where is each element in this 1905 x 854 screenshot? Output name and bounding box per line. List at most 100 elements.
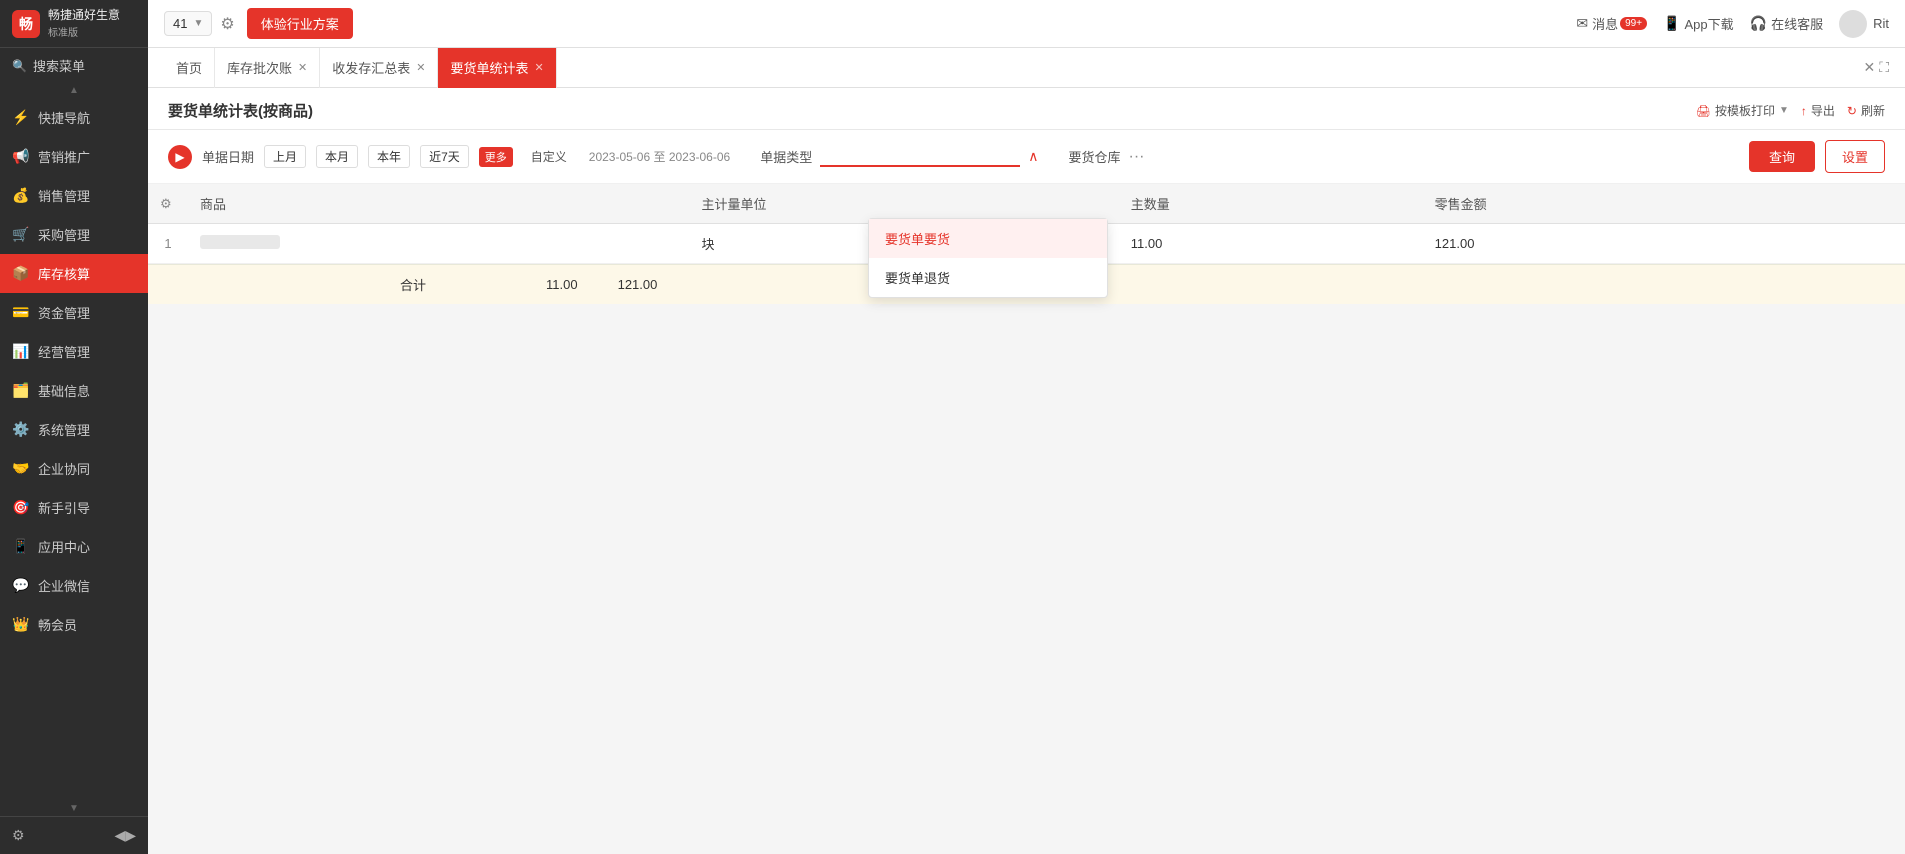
message-label: 消息 <box>1592 14 1618 33</box>
filter-expand-btn[interactable]: ▶ <box>168 145 192 169</box>
topbar: 41 ▼ ⚙ 体验行业方案 ✉ 消息 99+ 📱 App下载 🎧 在线客服 R <box>148 0 1905 48</box>
th-gear: ⚙ <box>148 184 188 224</box>
page-actions: 🖨 按模板打印 ▼ ↑ 导出 ↻ 刷新 <box>1696 102 1885 119</box>
tab-expand-icon[interactable]: ⛶ <box>1879 59 1889 76</box>
wechat-icon: 💬 <box>12 577 30 594</box>
sidebar-item-marketing[interactable]: 📢 营销推广 <box>0 137 148 176</box>
dropdown-item-order-goods[interactable]: 要货单要货 <box>869 219 1107 258</box>
date-btn-this-month[interactable]: 本月 <box>316 145 358 168</box>
export-label: 导出 <box>1811 102 1835 119</box>
message-icon: ✉ <box>1576 15 1588 32</box>
message-badge: 99+ <box>1620 17 1647 30</box>
td-extra <box>1789 224 1905 264</box>
sidebar-item-system[interactable]: ⚙️ 系统管理 <box>0 410 148 449</box>
industry-btn[interactable]: 体验行业方案 <box>247 8 353 39</box>
th-empty <box>1789 184 1905 224</box>
sidebar-item-label: 采购管理 <box>38 225 90 244</box>
warehouse-more-btn[interactable]: ··· <box>1128 148 1144 166</box>
online-service-label: 在线客服 <box>1771 14 1823 33</box>
print-btn[interactable]: 🖨 按模板打印 ▼ <box>1696 102 1789 119</box>
date-btn-last-month[interactable]: 上月 <box>264 145 306 168</box>
warehouse-filter-label: 要货仓库 <box>1068 147 1120 166</box>
page-header: 要货单统计表(按商品) 🖨 按模板打印 ▼ ↑ 导出 ↻ 刷新 <box>148 88 1905 130</box>
column-settings-icon[interactable]: ⚙ <box>160 196 172 211</box>
export-btn[interactable]: ↑ 导出 <box>1801 102 1835 119</box>
sidebar-item-operations[interactable]: 📊 经营管理 <box>0 332 148 371</box>
settings-bottom-btn[interactable]: ⚙ <box>12 827 25 844</box>
scroll-up-arrow[interactable]: ▲ <box>0 83 148 98</box>
tab-collect-summary[interactable]: 收发存汇总表 ✕ <box>320 48 438 88</box>
date-btn-this-year[interactable]: 本年 <box>368 145 410 168</box>
tab-order-summary[interactable]: 要货单统计表 ✕ <box>438 48 556 88</box>
sidebar-item-guide[interactable]: 🎯 新手引导 <box>0 488 148 527</box>
sidebar-item-basics[interactable]: 🗂️ 基础信息 <box>0 371 148 410</box>
date-filter-label: 单据日期 <box>202 147 254 166</box>
sidebar-item-purchase[interactable]: 🛒 采购管理 <box>0 215 148 254</box>
td-amount: 121.00 <box>1423 224 1790 264</box>
date-more-badge[interactable]: 更多 <box>479 147 513 167</box>
operations-icon: 📊 <box>12 343 30 360</box>
sidebar-item-label: 企业协同 <box>38 459 90 478</box>
query-btn[interactable]: 查询 <box>1749 141 1815 172</box>
message-action[interactable]: ✉ 消息 99+ <box>1576 14 1647 33</box>
inventory-icon: 📦 <box>12 265 30 282</box>
date-custom-btn[interactable]: 自定义 <box>523 146 575 167</box>
refresh-label: 刷新 <box>1861 102 1885 119</box>
scroll-down-arrow[interactable]: ▼ <box>0 801 148 816</box>
user-avatar[interactable]: Rit <box>1839 10 1889 38</box>
sidebar-item-label: 畅会员 <box>38 615 77 634</box>
th-qty: 主数量 <box>1119 184 1423 224</box>
type-dropdown: 要货单要货 要货单退货 <box>868 218 1108 298</box>
sidebar-item-label: 营销推广 <box>38 147 90 166</box>
topbar-left: 41 ▼ ⚙ 体验行业方案 <box>164 8 1576 39</box>
sidebar-item-apps[interactable]: 📱 应用中心 <box>0 527 148 566</box>
sales-icon: 💰 <box>12 187 30 204</box>
store-selector[interactable]: 41 ▼ <box>164 11 212 36</box>
sidebar-search[interactable]: 🔍 搜索菜单 <box>0 48 148 83</box>
tab-batch-account[interactable]: 库存批次账 ✕ <box>215 48 320 88</box>
type-filter-chevron-icon[interactable]: ∧ <box>1028 148 1038 165</box>
type-filter-input[interactable] <box>820 146 1020 167</box>
tab-batch-account-close[interactable]: ✕ <box>298 61 307 74</box>
td-qty: 11.00 <box>1119 224 1423 264</box>
sidebar-item-inventory[interactable]: 📦 库存核算 <box>0 254 148 293</box>
filter-warehouse-section: 要货仓库 ··· <box>1068 147 1144 166</box>
sidebar-item-label: 经营管理 <box>38 342 90 361</box>
online-service-action[interactable]: 🎧 在线客服 <box>1750 14 1823 33</box>
sidebar-item-wechat[interactable]: 💬 企业微信 <box>0 566 148 605</box>
main-content: 41 ▼ ⚙ 体验行业方案 ✉ 消息 99+ 📱 App下载 🎧 在线客服 R <box>148 0 1905 854</box>
tab-batch-account-label: 库存批次账 <box>227 58 292 77</box>
app-download-action[interactable]: 📱 App下载 <box>1663 14 1734 33</box>
sidebar-item-quick-nav[interactable]: ⚡ 快捷导航 <box>0 98 148 137</box>
tab-close-all-icon[interactable]: ✕ <box>1863 59 1875 76</box>
date-btn-7days[interactable]: 近7天 <box>420 145 469 168</box>
td-index: 1 <box>148 224 188 264</box>
logo-icon: 畅 <box>12 10 40 38</box>
refresh-btn[interactable]: ↻ 刷新 <box>1847 102 1885 119</box>
app-download-label: App下载 <box>1685 14 1734 33</box>
tab-home-label: 首页 <box>176 58 202 77</box>
tab-collect-summary-close[interactable]: ✕ <box>416 61 425 74</box>
sidebar-item-finance[interactable]: 💳 资金管理 <box>0 293 148 332</box>
sidebar-item-cooperation[interactable]: 🤝 企业协同 <box>0 449 148 488</box>
tab-home[interactable]: 首页 <box>164 48 215 88</box>
td-goods <box>188 224 690 264</box>
store-number: 41 <box>173 16 187 31</box>
page-title: 要货单统计表(按商品) <box>168 100 313 121</box>
page-content: 要货单统计表(按商品) 🖨 按模板打印 ▼ ↑ 导出 ↻ 刷新 ▶ <box>148 88 1905 854</box>
filter-settings-btn[interactable]: 设置 <box>1825 140 1885 173</box>
member-icon: 👑 <box>12 616 30 633</box>
avatar-img <box>1839 10 1867 38</box>
guide-icon: 🎯 <box>12 499 30 516</box>
tab-order-summary-close[interactable]: ✕ <box>535 61 544 74</box>
dropdown-item-order-return[interactable]: 要货单退货 <box>869 258 1107 297</box>
basics-icon: 🗂️ <box>12 382 30 399</box>
topbar-gear-icon[interactable]: ⚙ <box>220 14 234 34</box>
sidebar-item-label: 应用中心 <box>38 537 90 556</box>
sidebar-item-sales[interactable]: 💰 销售管理 <box>0 176 148 215</box>
sidebar-item-member[interactable]: 👑 畅会员 <box>0 605 148 644</box>
sidebar-toggle-btn[interactable]: ◀▶ <box>114 827 136 844</box>
sidebar-item-label: 企业微信 <box>38 576 90 595</box>
print-dropdown-icon: ▼ <box>1779 105 1789 116</box>
topbar-right: ✉ 消息 99+ 📱 App下载 🎧 在线客服 Rit <box>1576 10 1889 38</box>
